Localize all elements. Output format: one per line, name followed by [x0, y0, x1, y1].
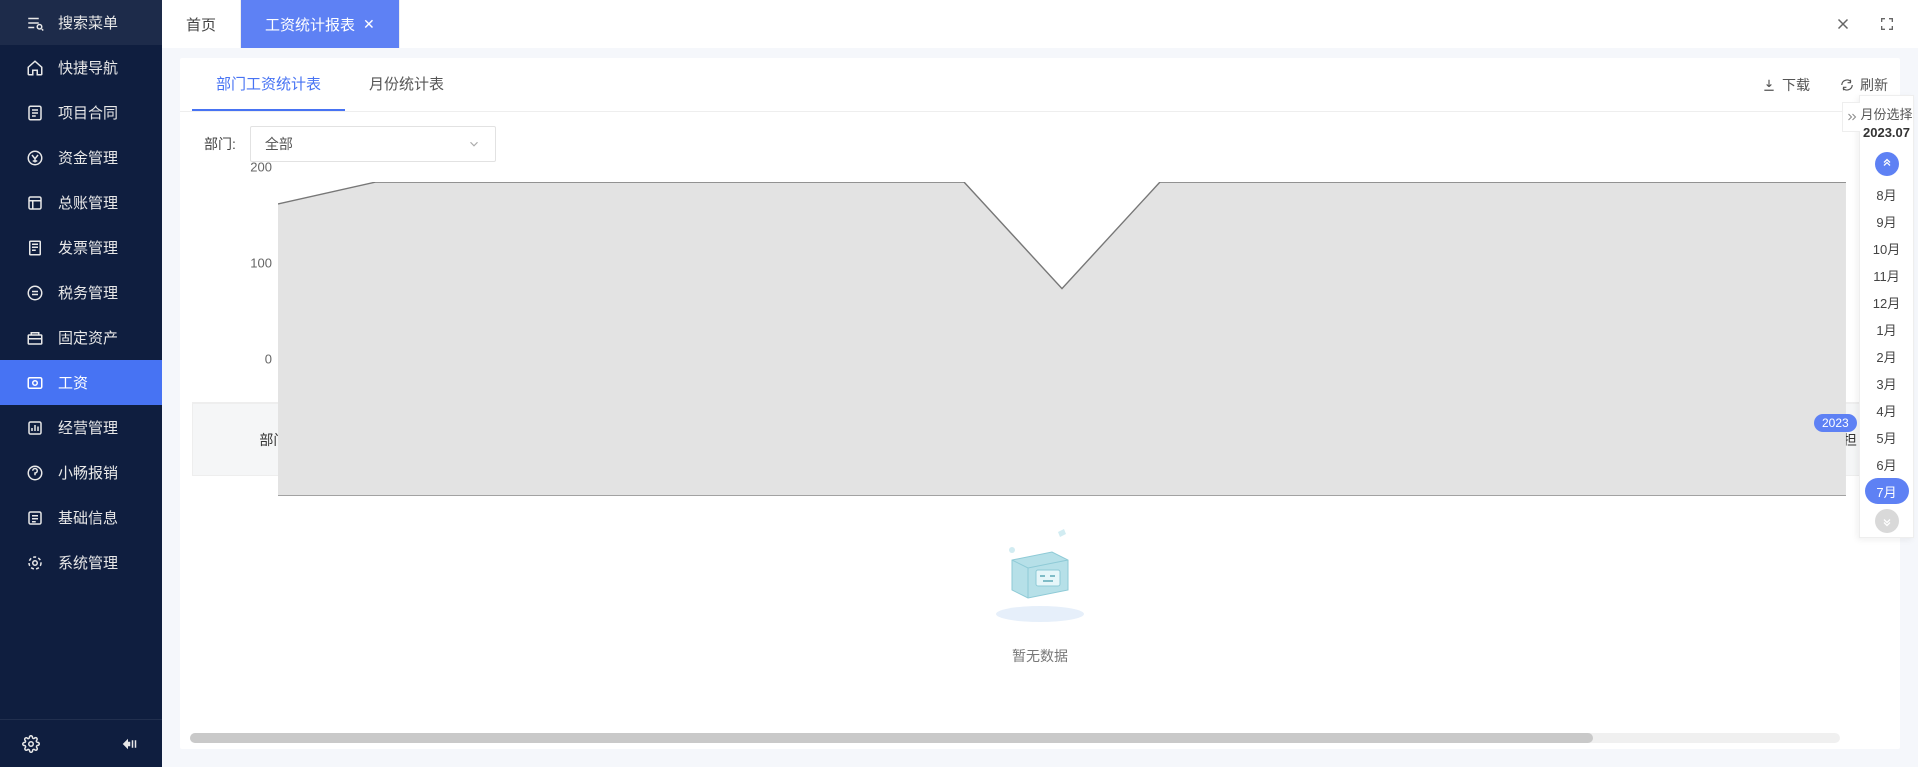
- sidebar-item-reimburse[interactable]: 小畅报销: [0, 450, 162, 495]
- sidebar-item-label: 发票管理: [58, 237, 118, 258]
- download-action[interactable]: 下载: [1762, 75, 1810, 95]
- chart: 0100200: [192, 172, 1888, 382]
- sidebar-item-label: 工资: [58, 372, 88, 393]
- sub-tab-label: 月份统计表: [369, 73, 444, 94]
- sidebar: 搜索菜单快捷导航项目合同资金管理总账管理发票管理税务管理固定资产工资经营管理小畅…: [0, 0, 162, 767]
- chart-y-tick: 100: [242, 256, 272, 271]
- horizontal-scrollbar-thumb[interactable]: [190, 733, 1593, 743]
- invoice-icon: [26, 239, 44, 257]
- chart-y-tick: 0: [242, 352, 272, 367]
- empty-illustration-icon: [980, 516, 1100, 626]
- chart-area-fill: [278, 182, 1846, 496]
- refresh-label: 刷新: [1860, 75, 1888, 95]
- sidebar-item-invoice[interactable]: 发票管理: [0, 225, 162, 270]
- download-icon: [1762, 78, 1776, 92]
- close-icon[interactable]: ✕: [363, 16, 375, 33]
- sidebar-item-tax[interactable]: 税务管理: [0, 270, 162, 315]
- sidebar-item-label: 经营管理: [58, 417, 118, 438]
- ledger-icon: [26, 194, 44, 212]
- refresh-icon: [1840, 78, 1854, 92]
- month-option[interactable]: 11月: [1865, 262, 1909, 288]
- management-icon: [26, 419, 44, 437]
- department-select[interactable]: 全部: [250, 126, 496, 162]
- sidebar-item-label: 搜索菜单: [58, 12, 118, 33]
- department-select-value: 全部: [265, 134, 293, 154]
- empty-state: 暂无数据: [192, 476, 1888, 726]
- sidebar-item-salary[interactable]: 工资: [0, 360, 162, 405]
- sub-tab[interactable]: 月份统计表: [345, 58, 468, 111]
- refresh-action[interactable]: 刷新: [1840, 75, 1888, 95]
- month-option[interactable]: 7月: [1865, 478, 1909, 504]
- home-icon: [26, 59, 44, 77]
- sidebar-item-home[interactable]: 快捷导航: [0, 45, 162, 90]
- settings-icon[interactable]: [22, 735, 40, 753]
- system-icon: [26, 554, 44, 572]
- month-option[interactable]: 6月: [1865, 451, 1909, 477]
- topbar: 首页 工资统计报表 ✕: [162, 0, 1918, 48]
- chart-y-tick: 200: [242, 160, 272, 175]
- month-panel-current: 2023.07: [1863, 125, 1910, 148]
- download-label: 下载: [1782, 75, 1810, 95]
- month-option[interactable]: 3月: [1865, 370, 1909, 396]
- department-filter-label: 部门:: [204, 134, 236, 154]
- collapse-sidebar-icon[interactable]: [122, 735, 140, 753]
- month-scroll-down-icon[interactable]: [1875, 509, 1899, 533]
- panel: 部门工资统计表 月份统计表 下载 刷新 部门:: [180, 58, 1900, 749]
- sidebar-item-info[interactable]: 基础信息: [0, 495, 162, 540]
- sidebar-item-label: 总账管理: [58, 192, 118, 213]
- sub-tab[interactable]: 部门工资统计表: [192, 58, 345, 111]
- sidebar-item-funds[interactable]: 资金管理: [0, 135, 162, 180]
- month-option[interactable]: 9月: [1865, 208, 1909, 234]
- month-picker-panel: 2023 月份选择 2023.07 8月9月10月11月12月1月2月3月4月5…: [1859, 95, 1914, 538]
- month-panel-title: 月份选择: [1860, 96, 1912, 125]
- month-panel-collapse-icon[interactable]: [1842, 102, 1860, 132]
- search-menu-icon: [26, 14, 44, 32]
- asset-icon: [26, 329, 44, 347]
- sidebar-item-label: 基础信息: [58, 507, 118, 528]
- sidebar-item-label: 税务管理: [58, 282, 118, 303]
- sidebar-item-label: 快捷导航: [58, 57, 118, 78]
- sidebar-item-ledger[interactable]: 总账管理: [0, 180, 162, 225]
- month-option[interactable]: 12月: [1865, 289, 1909, 315]
- chevron-down-icon: [467, 137, 481, 151]
- tab[interactable]: 工资统计报表 ✕: [241, 0, 400, 48]
- month-option[interactable]: 2月: [1865, 343, 1909, 369]
- sidebar-item-label: 项目合同: [58, 102, 118, 123]
- sidebar-item-label: 资金管理: [58, 147, 118, 168]
- sidebar-item-management[interactable]: 经营管理: [0, 405, 162, 450]
- sidebar-item-asset[interactable]: 固定资产: [0, 315, 162, 360]
- month-option[interactable]: 4月: [1865, 397, 1909, 423]
- month-option[interactable]: 5月: [1865, 424, 1909, 450]
- sidebar-footer: [0, 719, 162, 767]
- tax-icon: [26, 284, 44, 302]
- month-option[interactable]: 10月: [1865, 235, 1909, 261]
- year-badge: 2023: [1814, 414, 1857, 432]
- sidebar-item-contract[interactable]: 项目合同: [0, 90, 162, 135]
- month-option[interactable]: 1月: [1865, 316, 1909, 342]
- fullscreen-icon[interactable]: [1872, 9, 1902, 39]
- empty-text: 暂无数据: [1012, 646, 1068, 666]
- tab[interactable]: 首页: [162, 0, 241, 48]
- tab-label: 工资统计报表: [265, 14, 355, 35]
- sidebar-item-label: 系统管理: [58, 552, 118, 573]
- filter-row: 部门: 全部: [192, 126, 1888, 172]
- horizontal-scrollbar[interactable]: [190, 733, 1840, 743]
- info-icon: [26, 509, 44, 527]
- content: 部门工资统计表 月份统计表 下载 刷新 部门:: [162, 48, 1918, 767]
- month-option[interactable]: 8月: [1865, 181, 1909, 207]
- reimburse-icon: [26, 464, 44, 482]
- sidebar-item-search-menu[interactable]: 搜索菜单: [0, 0, 162, 45]
- salary-icon: [26, 374, 44, 392]
- sidebar-item-system[interactable]: 系统管理: [0, 540, 162, 585]
- contract-icon: [26, 104, 44, 122]
- sub-tab-label: 部门工资统计表: [216, 73, 321, 94]
- tab-label: 首页: [186, 14, 216, 35]
- close-all-tabs-icon[interactable]: [1828, 9, 1858, 39]
- panel-header: 部门工资统计表 月份统计表 下载 刷新: [180, 58, 1900, 112]
- sidebar-item-label: 固定资产: [58, 327, 118, 348]
- funds-icon: [26, 149, 44, 167]
- sidebar-item-label: 小畅报销: [58, 462, 118, 483]
- month-scroll-up-icon[interactable]: [1875, 152, 1899, 176]
